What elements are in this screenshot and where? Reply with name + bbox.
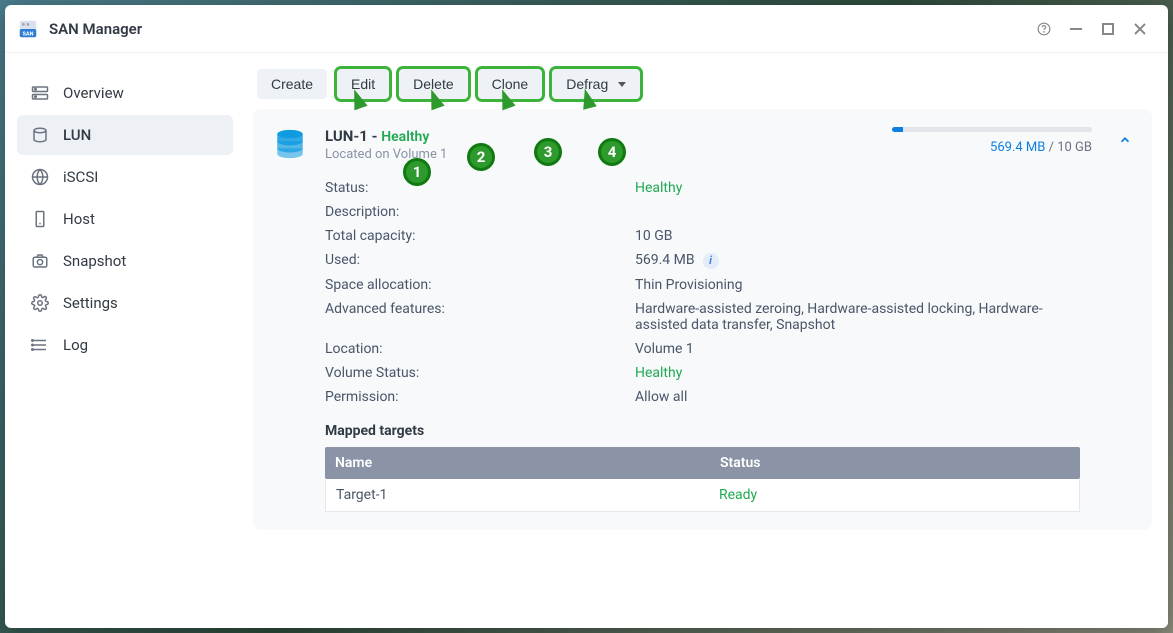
lun-separator: - bbox=[368, 127, 381, 145]
mapped-targets-table: Name Status Target-1 Ready bbox=[325, 447, 1080, 512]
location-value: Volume 1 bbox=[635, 341, 1080, 357]
target-name: Target-1 bbox=[326, 479, 709, 511]
info-icon[interactable]: i bbox=[703, 253, 719, 269]
advanced-label: Advanced features: bbox=[325, 301, 635, 333]
toolbar: Create Edit Delete Clone Defrag bbox=[253, 65, 1152, 109]
app-window: SAN SAN Manager Overview LUN iSCSI Ho bbox=[5, 5, 1168, 628]
usage-bar-fill bbox=[892, 127, 903, 132]
usage-slash: / bbox=[1045, 140, 1057, 155]
lun-panel: LUN-1 - Healthy Located on Volume 1 569.… bbox=[253, 109, 1152, 530]
sidebar: Overview LUN iSCSI Host Snapshot Setting… bbox=[5, 53, 245, 628]
defrag-label: Defrag bbox=[566, 76, 608, 92]
sidebar-item-label: Snapshot bbox=[63, 252, 126, 270]
maximize-button[interactable] bbox=[1092, 13, 1124, 45]
clone-button[interactable]: Clone bbox=[478, 69, 543, 99]
target-status: Ready bbox=[709, 479, 1079, 511]
usage-block: 569.4 MB / 10 GB bbox=[892, 127, 1092, 155]
location-label: Location: bbox=[325, 341, 635, 357]
main-content: Create Edit Delete Clone Defrag 1 2 3 4 bbox=[245, 53, 1168, 628]
host-icon bbox=[31, 210, 49, 228]
used-value-text: 569.4 MB bbox=[635, 252, 695, 268]
lun-stack-icon bbox=[273, 127, 307, 161]
space-label: Space allocation: bbox=[325, 277, 635, 293]
sidebar-item-label: LUN bbox=[63, 126, 91, 144]
sidebar-item-label: Overview bbox=[63, 84, 124, 102]
usage-bar bbox=[892, 127, 1092, 132]
delete-button[interactable]: Delete bbox=[399, 69, 467, 99]
window-title: SAN Manager bbox=[49, 20, 1028, 38]
advanced-value: Hardware-assisted zeroing, Hardware-assi… bbox=[635, 301, 1080, 333]
capacity-label: Total capacity: bbox=[325, 228, 635, 244]
sidebar-item-overview[interactable]: Overview bbox=[17, 73, 233, 113]
capacity-value: 10 GB bbox=[635, 228, 1080, 244]
lun-location-line: Located on Volume 1 bbox=[325, 147, 447, 162]
used-value: 569.4 MB i bbox=[635, 252, 1080, 269]
sidebar-item-lun[interactable]: LUN bbox=[17, 115, 233, 155]
description-value bbox=[635, 204, 1080, 220]
settings-icon bbox=[31, 294, 49, 312]
sidebar-item-settings[interactable]: Settings bbox=[17, 283, 233, 323]
sidebar-item-label: Log bbox=[63, 336, 88, 354]
snapshot-icon bbox=[31, 252, 49, 270]
permission-label: Permission: bbox=[325, 389, 635, 405]
lun-details: Status: Healthy Description: Total capac… bbox=[273, 180, 1132, 405]
col-status: Status bbox=[710, 447, 1080, 479]
sidebar-item-iscsi[interactable]: iSCSI bbox=[17, 157, 233, 197]
space-value: Thin Provisioning bbox=[635, 277, 1080, 293]
minimize-button[interactable] bbox=[1060, 13, 1092, 45]
sidebar-item-label: Settings bbox=[63, 294, 118, 312]
edit-button[interactable]: Edit bbox=[337, 69, 389, 99]
mapped-targets-heading: Mapped targets bbox=[273, 423, 1132, 439]
col-name: Name bbox=[325, 447, 710, 479]
usage-used: 569.4 MB bbox=[990, 140, 1045, 155]
sidebar-item-label: Host bbox=[63, 210, 95, 228]
status-value: Healthy bbox=[635, 180, 1080, 196]
table-row[interactable]: Target-1 Ready bbox=[325, 479, 1080, 512]
defrag-button[interactable]: Defrag bbox=[552, 69, 640, 99]
sidebar-item-snapshot[interactable]: Snapshot bbox=[17, 241, 233, 281]
sidebar-item-label: iSCSI bbox=[63, 168, 98, 186]
used-label: Used: bbox=[325, 252, 635, 269]
overview-icon bbox=[31, 84, 49, 102]
help-button[interactable] bbox=[1028, 13, 1060, 45]
status-label: Status: bbox=[325, 180, 635, 196]
chevron-down-icon bbox=[618, 82, 626, 87]
titlebar: SAN SAN Manager bbox=[5, 5, 1168, 53]
svg-text:SAN: SAN bbox=[23, 31, 34, 37]
collapse-toggle[interactable] bbox=[1118, 133, 1132, 151]
volstatus-value: Healthy bbox=[635, 365, 1080, 381]
description-label: Description: bbox=[325, 204, 635, 220]
iscsi-icon bbox=[31, 168, 49, 186]
app-icon: SAN bbox=[17, 18, 39, 40]
lun-name: LUN-1 bbox=[325, 127, 368, 145]
volstatus-label: Volume Status: bbox=[325, 365, 635, 381]
table-header: Name Status bbox=[325, 447, 1080, 479]
create-button[interactable]: Create bbox=[257, 69, 327, 99]
close-button[interactable] bbox=[1124, 13, 1156, 45]
permission-value: Allow all bbox=[635, 389, 1080, 405]
sidebar-item-host[interactable]: Host bbox=[17, 199, 233, 239]
log-icon bbox=[31, 336, 49, 354]
sidebar-item-log[interactable]: Log bbox=[17, 325, 233, 365]
usage-total: 10 GB bbox=[1057, 140, 1092, 155]
lun-health: Healthy bbox=[381, 129, 429, 145]
lun-header: LUN-1 - Healthy Located on Volume 1 569.… bbox=[273, 127, 1132, 162]
lun-icon bbox=[31, 126, 49, 144]
